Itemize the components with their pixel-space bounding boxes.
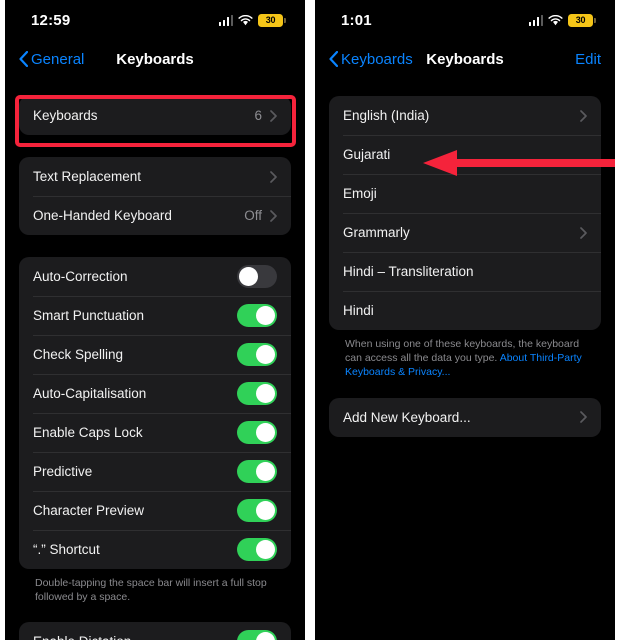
row-auto-correction[interactable]: Auto-Correction bbox=[19, 257, 291, 296]
battery-percent-label: 30 bbox=[265, 14, 276, 25]
keyboards-group: Keyboards 6 bbox=[19, 96, 291, 135]
left-phone-screen: 12:59 30 General Keyboards Keyboards 6 T… bbox=[5, 0, 305, 640]
row-gujarati[interactable]: Gujarati bbox=[329, 135, 601, 174]
dictation-group: Enable Dictation bbox=[19, 622, 291, 640]
toggle-auto-correction[interactable] bbox=[237, 265, 277, 288]
right-nav-bar: Keyboards Keyboards Edit bbox=[315, 40, 615, 78]
status-indicators: 30 bbox=[218, 13, 286, 27]
wifi-icon bbox=[548, 14, 563, 26]
battery-percent-label: 30 bbox=[575, 14, 586, 25]
status-indicators: 30 bbox=[528, 13, 596, 27]
typing-footer-note: Double-tapping the space bar will insert… bbox=[35, 577, 267, 604]
left-nav-bar: General Keyboards bbox=[5, 40, 305, 78]
left-content: Keyboards 6 Text Replacement One-Handed … bbox=[5, 78, 305, 640]
row-add-new-keyboard[interactable]: Add New Keyboard... bbox=[329, 398, 601, 437]
chevron-right-icon bbox=[580, 411, 587, 423]
row-value: Off bbox=[244, 208, 262, 223]
third-party-footer-note: When using one of these keyboards, the k… bbox=[329, 330, 601, 380]
status-clock: 12:59 bbox=[31, 11, 71, 29]
cellular-signal-icon bbox=[218, 14, 233, 26]
row-hindi-transliteration[interactable]: Hindi – Transliteration bbox=[329, 252, 601, 291]
toggle-auto-capitalisation[interactable] bbox=[237, 382, 277, 405]
row-smart-punctuation[interactable]: Smart Punctuation bbox=[19, 296, 291, 335]
row-label: One-Handed Keyboard bbox=[33, 208, 172, 223]
right-phone-screen: 1:01 30 Keyboards Keyboards Edit English… bbox=[315, 0, 615, 640]
back-button-label: Keyboards bbox=[341, 50, 413, 68]
chevron-left-icon bbox=[329, 51, 338, 67]
cellular-signal-icon bbox=[528, 14, 543, 26]
row-period-shortcut[interactable]: “.” Shortcut bbox=[19, 530, 291, 569]
chevron-left-icon bbox=[19, 51, 28, 67]
toggle-character-preview[interactable] bbox=[237, 499, 277, 522]
row-predictive[interactable]: Predictive bbox=[19, 452, 291, 491]
row-label: Enable Dictation bbox=[33, 634, 237, 640]
row-hindi[interactable]: Hindi bbox=[329, 291, 601, 330]
row-label: Hindi – Transliteration bbox=[343, 264, 474, 279]
row-english-india[interactable]: English (India) bbox=[329, 96, 601, 135]
row-label: Grammarly bbox=[343, 225, 410, 240]
panel-divider bbox=[305, 0, 315, 640]
row-label: Keyboards bbox=[33, 108, 98, 123]
active-keyboards-group: English (India) Gujarati Emoji Grammarly bbox=[329, 96, 601, 330]
row-one-handed-keyboard[interactable]: One-Handed Keyboard Off bbox=[19, 196, 291, 235]
row-label: Character Preview bbox=[33, 503, 145, 518]
text-group: Text Replacement One-Handed Keyboard Off bbox=[19, 157, 291, 235]
row-text-replacement[interactable]: Text Replacement bbox=[19, 157, 291, 196]
row-label: Enable Caps Lock bbox=[33, 425, 143, 440]
chevron-right-icon bbox=[270, 109, 277, 122]
row-emoji[interactable]: Emoji bbox=[329, 174, 601, 213]
row-label: Add New Keyboard... bbox=[343, 409, 471, 425]
toggle-enable-caps-lock[interactable] bbox=[237, 421, 277, 444]
battery-low-power-icon: 30 bbox=[568, 13, 596, 27]
right-content: English (India) Gujarati Emoji Grammarly bbox=[315, 78, 615, 437]
row-label: Predictive bbox=[33, 464, 93, 479]
chevron-right-icon bbox=[270, 170, 277, 183]
row-label: “.” Shortcut bbox=[33, 542, 100, 557]
chevron-right-icon bbox=[580, 226, 587, 239]
toggle-predictive[interactable] bbox=[237, 460, 277, 483]
row-label: Emoji bbox=[343, 186, 377, 201]
row-label: English (India) bbox=[343, 108, 430, 123]
chevron-right-icon bbox=[580, 109, 587, 122]
row-value: 6 bbox=[254, 108, 262, 123]
back-button-general[interactable]: General bbox=[19, 51, 84, 68]
row-label: Hindi bbox=[343, 303, 374, 318]
right-margin bbox=[615, 0, 620, 640]
back-button-label: General bbox=[31, 50, 85, 68]
status-clock: 1:01 bbox=[341, 11, 372, 29]
row-enable-dictation[interactable]: Enable Dictation bbox=[19, 622, 291, 640]
row-label: Gujarati bbox=[343, 147, 391, 162]
row-label: Auto-Correction bbox=[33, 269, 128, 284]
row-enable-caps-lock[interactable]: Enable Caps Lock bbox=[19, 413, 291, 452]
edit-button[interactable]: Edit bbox=[575, 51, 601, 68]
row-keyboards[interactable]: Keyboards 6 bbox=[19, 96, 291, 135]
toggle-check-spelling[interactable] bbox=[237, 343, 277, 366]
row-label: Auto-Capitalisation bbox=[33, 386, 147, 401]
screenshot-root: 12:59 30 General Keyboards Keyboards 6 T… bbox=[0, 0, 640, 640]
right-status-bar: 1:01 30 bbox=[315, 0, 615, 40]
row-auto-capitalisation[interactable]: Auto-Capitalisation bbox=[19, 374, 291, 413]
row-character-preview[interactable]: Character Preview bbox=[19, 491, 291, 530]
left-status-bar: 12:59 30 bbox=[5, 0, 305, 40]
add-keyboard-group: Add New Keyboard... bbox=[329, 397, 601, 437]
battery-low-power-icon: 30 bbox=[258, 13, 286, 27]
row-label: Smart Punctuation bbox=[33, 308, 145, 323]
wifi-icon bbox=[238, 14, 253, 26]
toggle-period-shortcut[interactable] bbox=[237, 538, 277, 561]
row-label: Text Replacement bbox=[33, 169, 142, 184]
typing-toggles-group: Auto-Correction Smart Punctuation Check … bbox=[19, 257, 291, 569]
toggle-enable-dictation[interactable] bbox=[237, 630, 277, 640]
row-grammarly[interactable]: Grammarly bbox=[329, 213, 601, 252]
row-check-spelling[interactable]: Check Spelling bbox=[19, 335, 291, 374]
toggle-smart-punctuation[interactable] bbox=[237, 304, 277, 327]
row-label: Check Spelling bbox=[33, 347, 124, 362]
chevron-right-icon bbox=[270, 209, 277, 222]
back-button-keyboards[interactable]: Keyboards bbox=[329, 51, 413, 68]
